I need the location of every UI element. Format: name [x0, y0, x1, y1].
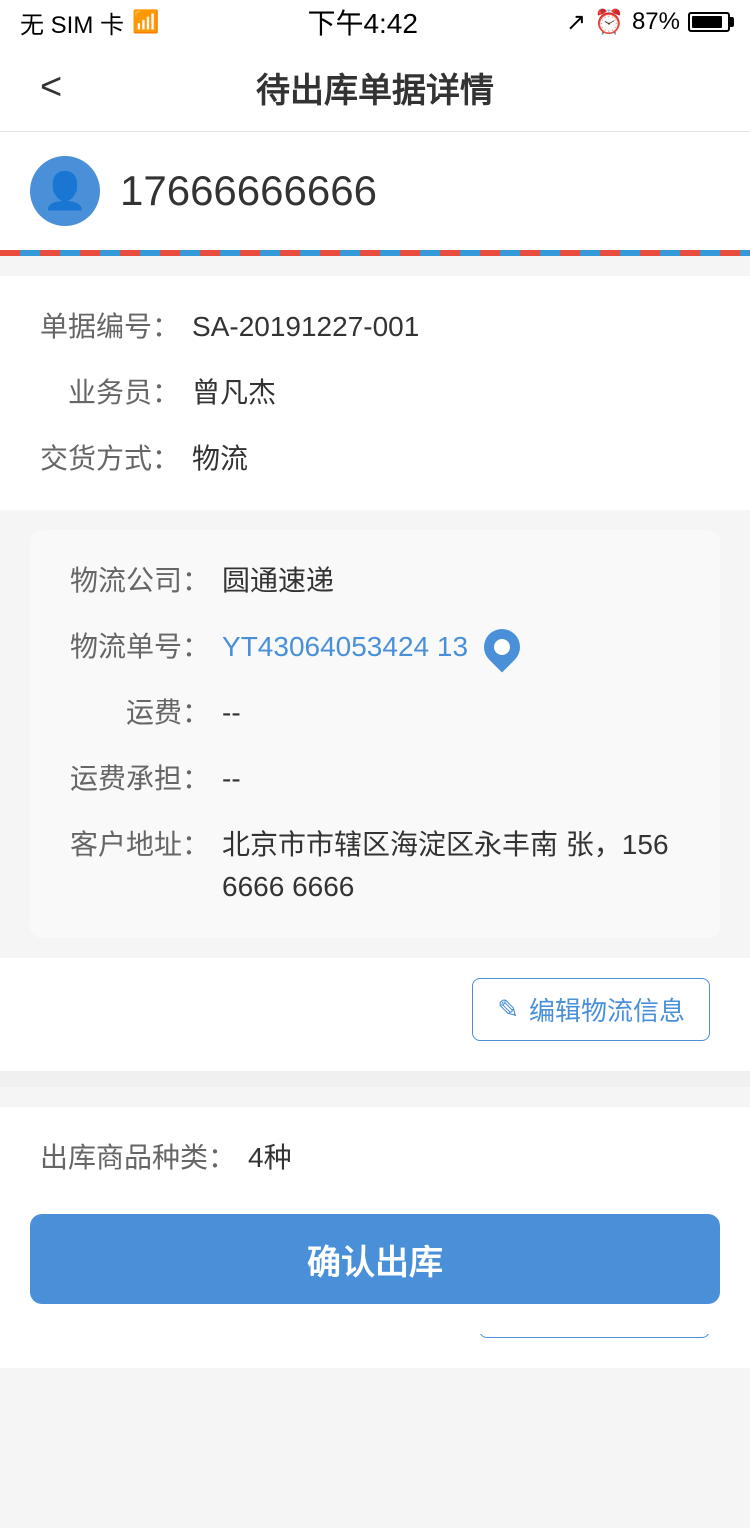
logistics-company-row: 物流公司： 圆通速递 — [70, 560, 680, 602]
edit-logistics-button[interactable]: ✎ 编辑物流信息 — [472, 978, 710, 1041]
status-bar: 无 SIM 卡 📶 下午4:42 ↗ ⏰ 87% — [0, 0, 750, 44]
freight-bearer-row: 运费承担： -- — [70, 758, 680, 800]
product-types-value: 4种 — [248, 1137, 710, 1179]
freight-label: 运费： — [70, 692, 210, 734]
delivery-method-label: 交货方式： — [40, 438, 180, 480]
customer-phone: 17666666666 — [120, 167, 377, 215]
salesperson-value: 曾凡杰 — [192, 372, 710, 414]
confirm-outbound-label: 确认出库 — [307, 1235, 443, 1284]
pencil-icon: ✎ — [497, 994, 519, 1025]
battery-icon — [688, 12, 730, 32]
map-location-icon[interactable] — [477, 622, 528, 673]
basic-info-section: 单据编号： SA-20191227-001 业务员： 曾凡杰 交货方式： 物流 — [0, 276, 750, 510]
salesperson-row: 业务员： 曾凡杰 — [40, 372, 710, 414]
tracking-number-text: YT43064053424 13 — [222, 626, 468, 668]
back-button[interactable]: < — [30, 56, 72, 119]
battery-percent: 87% — [632, 8, 680, 36]
page-title: 待出库单据详情 — [256, 63, 494, 112]
wifi-icon: 📶 — [132, 9, 159, 35]
status-time: 下午4:42 — [307, 2, 418, 42]
customer-header: 👤 17666666666 — [0, 132, 750, 250]
section-separator — [0, 1071, 750, 1087]
document-number-label: 单据编号： — [40, 306, 180, 348]
alarm-icon: ⏰ — [594, 8, 624, 37]
status-right: ↗ ⏰ 87% — [566, 8, 730, 37]
delivery-method-value: 物流 — [192, 438, 710, 480]
bottom-spacer — [0, 1368, 750, 1528]
freight-value: -- — [222, 692, 680, 734]
freight-bearer-label: 运费承担： — [70, 758, 210, 800]
product-types-row: 出库商品种类： 4种 — [40, 1137, 710, 1179]
confirm-outbound-button[interactable]: 确认出库 — [30, 1214, 720, 1304]
logistics-company-value: 圆通速递 — [222, 560, 680, 602]
logistics-company-label: 物流公司： — [70, 560, 210, 602]
freight-bearer-value: -- — [222, 758, 680, 800]
status-left: 无 SIM 卡 📶 — [20, 5, 159, 40]
freight-row: 运费： -- — [70, 692, 680, 734]
avatar: 👤 — [30, 156, 100, 226]
battery-fill — [692, 16, 722, 28]
nav-bar: < 待出库单据详情 — [0, 44, 750, 132]
document-number-row: 单据编号： SA-20191227-001 — [40, 306, 710, 348]
product-types-label: 出库商品种类： — [40, 1137, 236, 1179]
customer-address-row: 客户地址： 北京市市辖区海淀区永丰南 张，156 6666 6666 — [70, 824, 680, 908]
customer-address-label: 客户地址： — [70, 824, 210, 866]
customer-address-value: 北京市市辖区海淀区永丰南 张，156 6666 6666 — [222, 824, 680, 908]
delivery-method-row: 交货方式： 物流 — [40, 438, 710, 480]
location-status-icon: ↗ — [566, 8, 586, 37]
carrier-label: 无 SIM 卡 — [20, 5, 124, 40]
confirm-btn-wrapper: 确认出库 — [0, 1194, 750, 1334]
logistics-card: 物流公司： 圆通速递 物流单号： YT43064053424 13 运费： --… — [30, 530, 720, 938]
edit-logistics-label: 编辑物流信息 — [529, 991, 685, 1028]
tracking-number-label: 物流单号： — [70, 626, 210, 668]
tracking-number-row: 物流单号： YT43064053424 13 — [70, 626, 680, 668]
edit-logistics-wrapper: ✎ 编辑物流信息 — [0, 958, 750, 1071]
document-number-value: SA-20191227-001 — [192, 306, 710, 348]
avatar-icon: 👤 — [43, 170, 88, 212]
salesperson-label: 业务员： — [40, 372, 180, 414]
dashed-separator — [0, 250, 750, 256]
tracking-number-value: YT43064053424 13 — [222, 626, 680, 668]
